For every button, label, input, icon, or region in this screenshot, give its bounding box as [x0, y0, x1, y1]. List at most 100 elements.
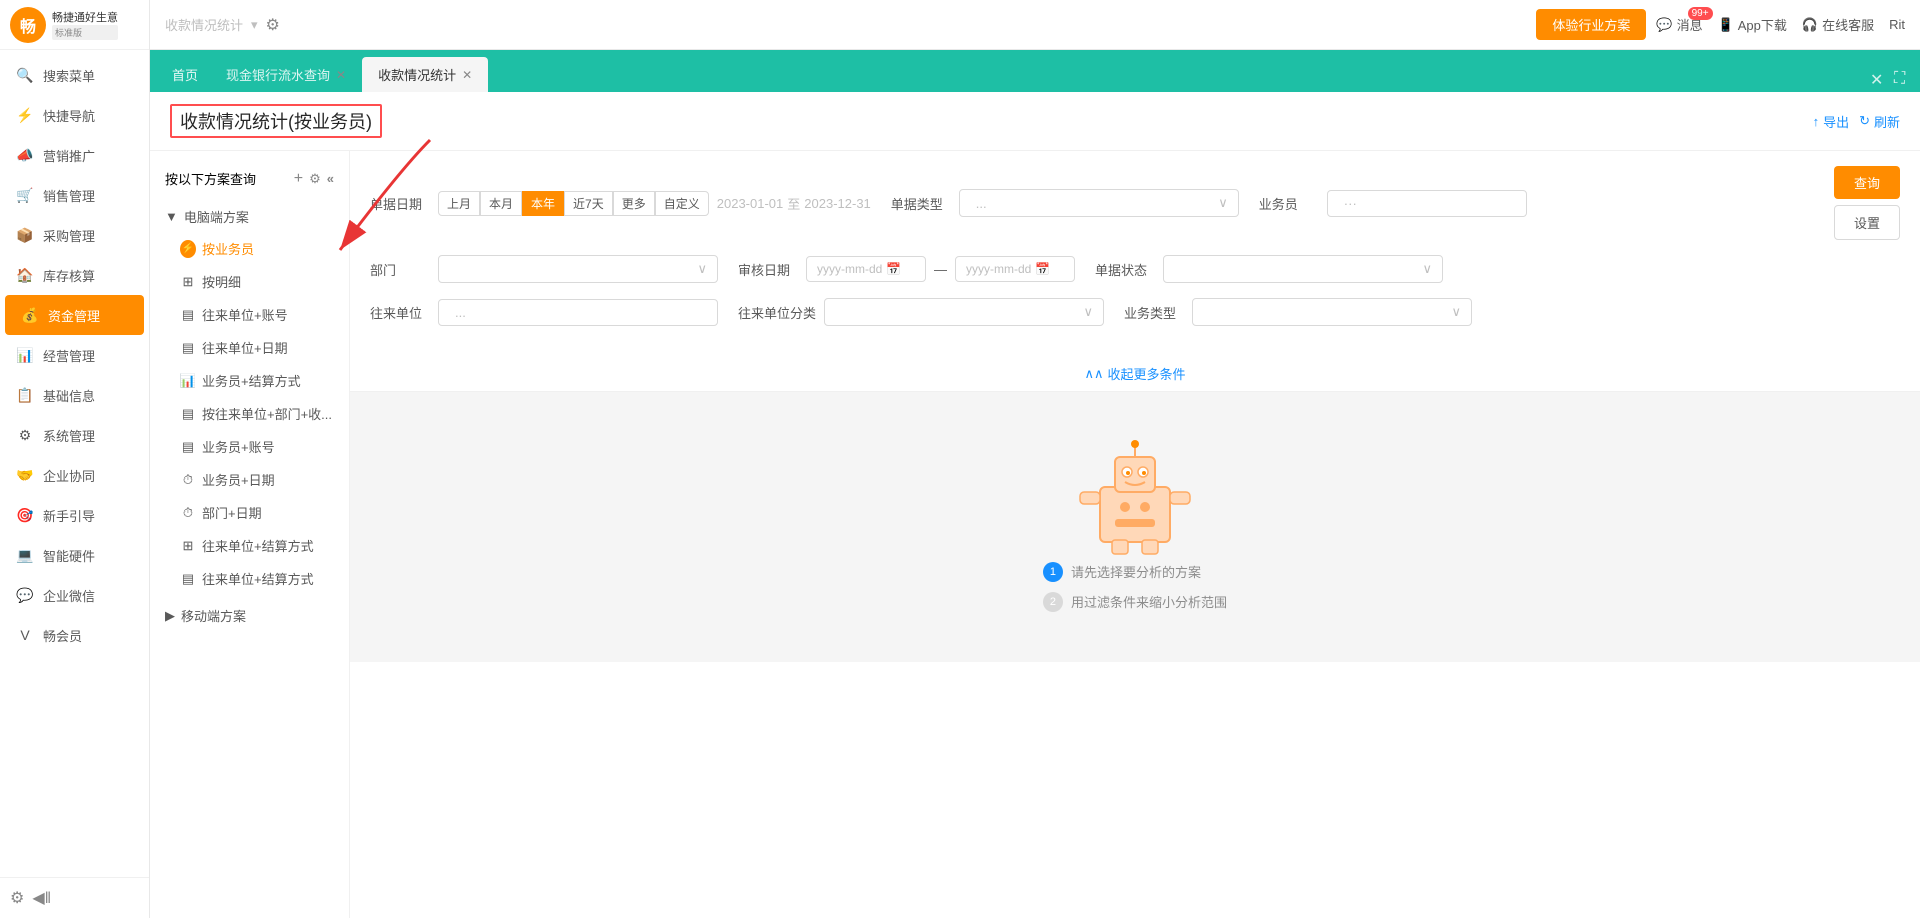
quicknav-icon: ⚡ [15, 105, 35, 125]
sidebar-item-guide[interactable]: 🎯 新手引导 [0, 495, 149, 535]
collapse-panel-icon[interactable]: « [327, 171, 334, 186]
topbar-gear-icon[interactable]: ⚙ [266, 15, 280, 35]
messages-button[interactable]: 💬 消息 99+ [1656, 15, 1702, 34]
topbar: 收款情况统计 ▾ ⚙ 体验行业方案 💬 消息 99+ 📱 App下载 🎧 在线客… [150, 0, 1920, 50]
export-button[interactable]: ↑ 导出 [1813, 112, 1850, 131]
desktop-scheme-header[interactable]: ▼ 电脑端方案 [150, 201, 349, 232]
collapse-button[interactable]: ∧∧ 收起更多条件 [350, 356, 1920, 391]
sidebar-item-sales[interactable]: 🛒 销售管理 [0, 175, 149, 215]
left-panel: 按以下方案查询 + ⚙ « ▼ 电脑端方案 ⚡ [150, 151, 350, 918]
scheme-item-partner-settle2[interactable]: ▤ 往来单位+结算方式 [150, 562, 349, 595]
empty-step-1: 1 请先选择要分析的方案 [1043, 562, 1227, 582]
maximize-window-icon[interactable]: ⛶ [1894, 70, 1910, 86]
scheme-section-arrow: ▼ [165, 209, 178, 224]
empty-step-2: 2 用过滤条件来缩小分析范围 [1043, 592, 1227, 612]
tab-receipt-close[interactable]: ✕ [462, 68, 472, 82]
scheme-item-partner-dept[interactable]: ▤ 按往来单位+部门+收... [150, 397, 349, 430]
review-date-filter-item: 审核日期 yyyy-mm-dd 📅 — yyyy-mm-dd 📅 [738, 256, 1075, 282]
salesperson-select[interactable]: ··· [1327, 190, 1527, 217]
dept-arrow: ∨ [697, 261, 707, 277]
sidebar-item-cooperation[interactable]: 🤝 企业协同 [0, 455, 149, 495]
step-1-number: 1 [1043, 562, 1063, 582]
trial-button[interactable]: 体验行业方案 [1536, 9, 1646, 40]
doc-type-dots[interactable]: ... [976, 196, 987, 211]
mobile-scheme-header[interactable]: ▶ 移动端方案 [150, 600, 349, 631]
salesperson-settle-icon: 📊 [180, 373, 196, 389]
scheme-item-by-detail[interactable]: ⊞ 按明细 [150, 265, 349, 298]
refresh-button[interactable]: ↻ 刷新 [1859, 112, 1900, 131]
scheme-item-dept-date[interactable]: ⏱ 部门+日期 [150, 496, 349, 529]
scheme-item-partner-account[interactable]: ▤ 往来单位+账号 [150, 298, 349, 331]
settings-scheme-icon[interactable]: ⚙ [309, 171, 321, 187]
date-tab-more[interactable]: 更多 [613, 191, 655, 216]
tab-home[interactable]: 首页 [160, 57, 210, 92]
date-dash: — [934, 262, 947, 277]
sidebar-item-system[interactable]: ⚙ 系统管理 [0, 415, 149, 455]
calendar-icon-start[interactable]: 📅 [886, 262, 901, 276]
tab-receipt[interactable]: 收款情况统计 ✕ [362, 57, 488, 92]
purchase-icon: 📦 [15, 225, 35, 245]
breadcrumb: 收款情况统计 [165, 15, 243, 34]
scheme-item-by-salesperson[interactable]: ⚡ 按业务员 [150, 232, 349, 265]
online-service-button[interactable]: 🎧 在线客服 [1802, 15, 1874, 34]
sidebar-item-quicknav[interactable]: ⚡ 快捷导航 [0, 95, 149, 135]
scheme-item-salesperson-date[interactable]: ⏱ 业务员+日期 [150, 463, 349, 496]
sidebar-item-operation[interactable]: 📊 经营管理 [0, 335, 149, 375]
scheme-item-salesperson-account[interactable]: ▤ 业务员+账号 [150, 430, 349, 463]
sidebar-item-marketing[interactable]: 📣 营销推广 [0, 135, 149, 175]
review-date-start[interactable]: yyyy-mm-dd 📅 [806, 256, 926, 282]
close-window-icon[interactable]: ✕ [1870, 70, 1886, 86]
business-type-arrow: ∨ [1452, 304, 1462, 320]
partner-dept-icon: ▤ [180, 406, 196, 422]
salesperson-dots[interactable]: ··· [1344, 196, 1357, 211]
tab-bank[interactable]: 现金银行流水查询 ✕ [210, 57, 362, 92]
scheme-item-partner-date[interactable]: ▤ 往来单位+日期 [150, 331, 349, 364]
empty-illustration [1070, 432, 1200, 562]
app-download-button[interactable]: 📱 App下载 [1718, 15, 1787, 34]
partner-category-select[interactable]: ∨ [824, 298, 1104, 326]
sidebar-item-wechat[interactable]: 💬 企业微信 [0, 575, 149, 615]
date-tab-this-year[interactable]: 本年 [522, 191, 564, 216]
scheme-item-salesperson-settle[interactable]: 📊 业务员+结算方式 [150, 364, 349, 397]
sidebar-item-basic[interactable]: 📋 基础信息 [0, 375, 149, 415]
calendar-icon-end[interactable]: 📅 [1035, 262, 1050, 276]
basic-icon: 📋 [15, 385, 35, 405]
doc-type-arrow: ∨ [1218, 195, 1228, 211]
tab-bank-close[interactable]: ✕ [336, 68, 346, 82]
sidebar-settings-icon[interactable]: ⚙ [10, 888, 24, 908]
tab-bar: 首页 现金银行流水查询 ✕ 收款情况统计 ✕ ✕ ⛶ [150, 50, 1920, 92]
sidebar-item-hardware[interactable]: 💻 智能硬件 [0, 535, 149, 575]
main-area: 收款情况统计 ▾ ⚙ 体验行业方案 💬 消息 99+ 📱 App下载 🎧 在线客… [150, 0, 1920, 918]
doc-type-label: 单据类型 [891, 194, 951, 213]
review-date-end[interactable]: yyyy-mm-dd 📅 [955, 256, 1075, 282]
page-header: 收款情况统计(按业务员) ↑ 导出 ↻ 刷新 [150, 92, 1920, 151]
inventory-icon: 🏠 [15, 265, 35, 285]
date-tab-7days[interactable]: 近7天 [564, 191, 613, 216]
right-panel: 单据日期 上月 本月 本年 近7天 更多 自定义 [350, 151, 1920, 918]
settings-button[interactable]: 设置 [1834, 205, 1900, 240]
date-tab-this-month[interactable]: 本月 [480, 191, 522, 216]
sidebar-toggle-icon[interactable]: ◀‖ [32, 888, 51, 908]
scheme-item-partner-settle1[interactable]: ⊞ 往来单位+结算方式 [150, 529, 349, 562]
dept-select[interactable]: ∨ [438, 255, 718, 283]
doc-type-select[interactable]: ... ∨ [959, 189, 1239, 217]
date-tab-last-month[interactable]: 上月 [438, 191, 480, 216]
sidebar-item-search[interactable]: 🔍 搜索菜单 [0, 55, 149, 95]
salesperson-filter-item: 业务员 ··· [1259, 190, 1527, 217]
empty-steps: 1 请先选择要分析的方案 2 用过滤条件来缩小分析范围 [1043, 562, 1227, 622]
page-content: 收款情况统计(按业务员) ↑ 导出 ↻ 刷新 按以下方案查询 + [150, 92, 1920, 918]
partner-select[interactable]: ... [438, 299, 718, 326]
sidebar-item-finance[interactable]: 💰 资金管理 [5, 295, 144, 335]
query-button[interactable]: 查询 [1834, 166, 1900, 199]
panel-header: 按以下方案查询 + ⚙ « [150, 161, 349, 196]
doc-status-select[interactable]: ∨ [1163, 255, 1443, 283]
business-type-select[interactable]: ∨ [1192, 298, 1472, 326]
partner-dots[interactable]: ... [455, 305, 466, 320]
partner-category-filter-item: 往来单位分类 ∨ [738, 298, 1104, 326]
sidebar-item-purchase[interactable]: 📦 采购管理 [0, 215, 149, 255]
sidebar-item-inventory[interactable]: 🏠 库存核算 [0, 255, 149, 295]
sidebar-item-member[interactable]: V 畅会员 [0, 615, 149, 655]
add-scheme-icon[interactable]: + [294, 170, 303, 188]
date-tab-custom[interactable]: 自定义 [655, 191, 709, 216]
desktop-scheme-section: ▼ 电脑端方案 ⚡ 按业务员 ⊞ 按明细 ▤ [150, 201, 349, 595]
